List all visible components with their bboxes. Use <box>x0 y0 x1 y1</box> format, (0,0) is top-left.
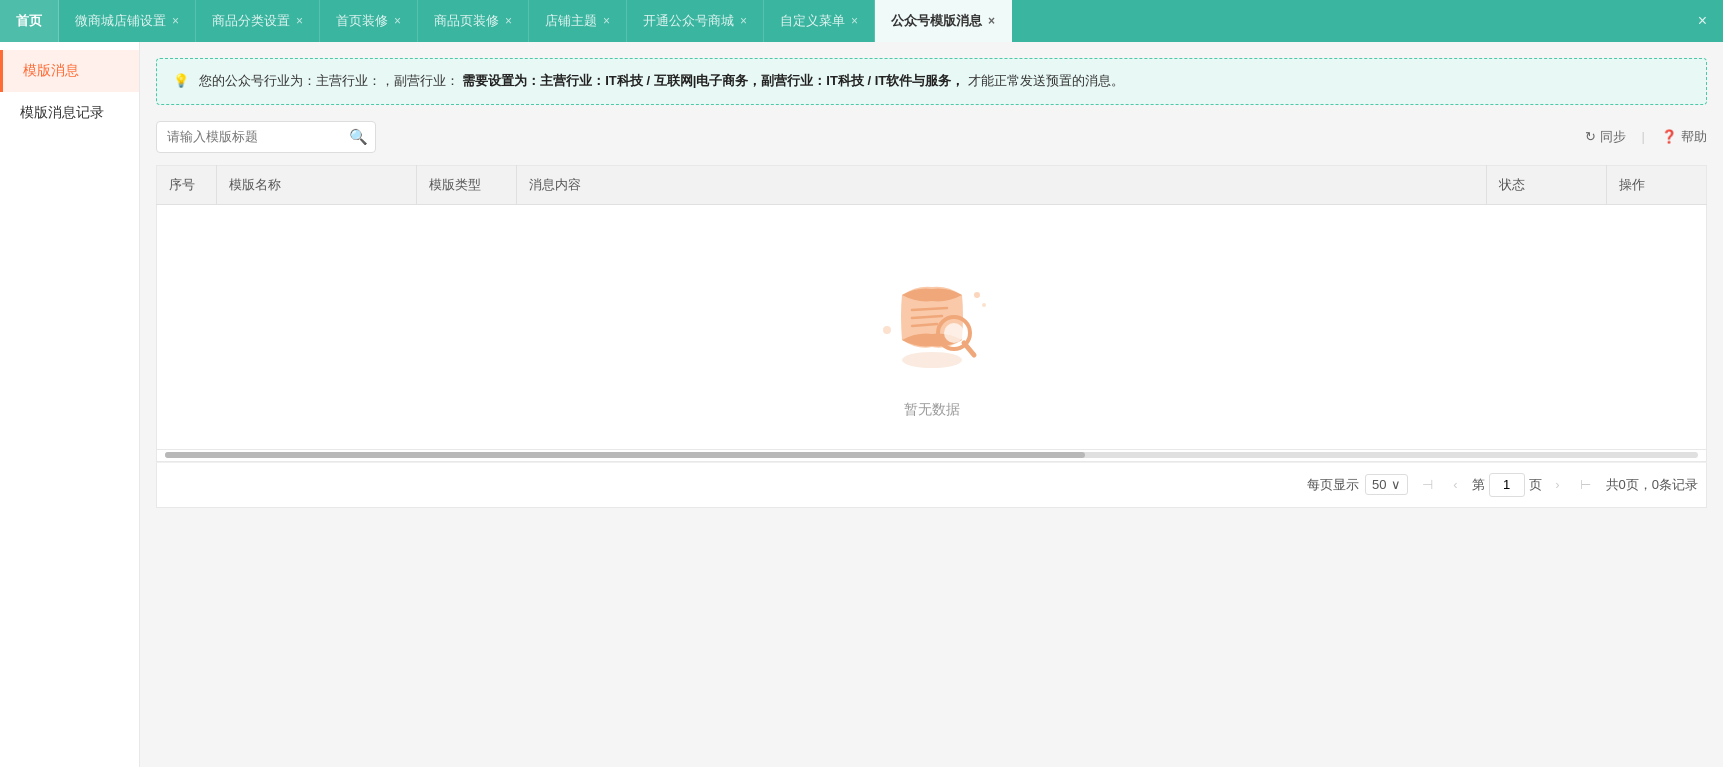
next-page-button[interactable]: › <box>1546 473 1570 497</box>
tab-home-label: 首页 <box>16 12 42 30</box>
table-header: 序号 模版名称 模版类型 消息内容 状态 操作 <box>157 165 1707 204</box>
col-action: 操作 <box>1607 165 1707 204</box>
help-label: 帮助 <box>1681 128 1707 146</box>
notice-box: 💡 您的公众号行业为：主营行业：，副营行业： 需要设置为：主营行业：IT科技 /… <box>156 58 1707 105</box>
tab-template-msg-label: 公众号模版消息 <box>891 12 982 30</box>
toolbar-right: ↻ 同步 | ❓ 帮助 <box>1585 128 1707 146</box>
sidebar-item-template-message[interactable]: 模版消息 <box>0 50 139 92</box>
toolbar-divider: | <box>1642 129 1645 144</box>
empty-state: 暂无数据 <box>156 205 1707 450</box>
page-label-suf: 页 <box>1529 476 1542 494</box>
main-layout: 模版消息 模版消息记录 💡 您的公众号行业为：主营行业：，副营行业： 需要设置为… <box>0 42 1723 767</box>
top-nav: 首页 微商城店铺设置 × 商品分类设置 × 首页装修 × 商品页装修 × 店铺主… <box>0 0 1723 42</box>
sync-icon: ↻ <box>1585 129 1596 144</box>
help-button[interactable]: ❓ 帮助 <box>1661 128 1707 146</box>
close-custom-menu-btn[interactable]: × <box>851 14 858 28</box>
close-home-decor-btn[interactable]: × <box>394 14 401 28</box>
tab-custom-menu-label: 自定义菜单 <box>780 12 845 30</box>
tab-home[interactable]: 首页 <box>0 0 59 42</box>
tab-shop-theme[interactable]: 店铺主题 × <box>529 0 627 42</box>
table-header-row: 序号 模版名称 模版类型 消息内容 状态 操作 <box>157 165 1707 204</box>
tab-wechat-shop-label: 微商城店铺设置 <box>75 12 166 30</box>
empty-illustration <box>872 265 992 385</box>
search-bar: 🔍 ↻ 同步 | ❓ 帮助 <box>156 121 1707 153</box>
sync-button[interactable]: ↻ 同步 <box>1585 128 1626 146</box>
per-page-dropdown[interactable]: 50 ∨ <box>1365 474 1407 495</box>
per-page-label: 每页显示 <box>1307 476 1359 494</box>
tab-template-msg[interactable]: 公众号模版消息 × <box>875 0 1012 42</box>
total-text: 共0页，0条记录 <box>1606 476 1698 494</box>
pagination-bar: 每页显示 50 ∨ ⊣ ‹ 第 页 › ⊢ 共0页，0条记录 <box>156 462 1707 508</box>
empty-text: 暂无数据 <box>904 401 960 419</box>
svg-point-7 <box>974 292 980 298</box>
close-wechat-shop-btn[interactable]: × <box>172 14 179 28</box>
notice-suffix: 才能正常发送预置的消息。 <box>968 73 1124 88</box>
last-page-button[interactable]: ⊢ <box>1574 473 1598 497</box>
sidebar-item-template-message-label: 模版消息 <box>23 62 79 78</box>
page-number-input[interactable] <box>1489 473 1525 497</box>
col-name: 模版名称 <box>217 165 417 204</box>
tab-shop-theme-label: 店铺主题 <box>545 12 597 30</box>
first-page-button[interactable]: ⊣ <box>1416 473 1440 497</box>
tab-open-mall[interactable]: 开通公众号商城 × <box>627 0 764 42</box>
close-product-category-btn[interactable]: × <box>296 14 303 28</box>
close-shop-theme-btn[interactable]: × <box>603 14 610 28</box>
data-table: 序号 模版名称 模版类型 消息内容 状态 操作 <box>156 165 1707 205</box>
per-page-value: 50 <box>1372 477 1386 492</box>
tab-wechat-shop[interactable]: 微商城店铺设置 × <box>59 0 196 42</box>
tab-product-page-label: 商品页装修 <box>434 12 499 30</box>
sidebar-item-template-message-record-label: 模版消息记录 <box>20 104 104 120</box>
chevron-down-icon: ∨ <box>1391 477 1401 492</box>
tab-product-category-label: 商品分类设置 <box>212 12 290 30</box>
sidebar: 模版消息 模版消息记录 <box>0 42 140 767</box>
tab-home-decor[interactable]: 首页装修 × <box>320 0 418 42</box>
scrollbar-track[interactable] <box>165 452 1698 458</box>
tab-custom-menu[interactable]: 自定义菜单 × <box>764 0 875 42</box>
svg-line-6 <box>964 343 974 355</box>
help-icon: ❓ <box>1661 129 1677 144</box>
close-all-button[interactable]: × <box>1682 12 1723 30</box>
col-seq: 序号 <box>157 165 217 204</box>
search-input-wrap: 🔍 <box>156 121 376 153</box>
notice-prefix: 您的公众号行业为：主营行业：，副营行业： <box>199 73 459 88</box>
col-content: 消息内容 <box>517 165 1487 204</box>
page-size-select: 每页显示 50 ∨ <box>1307 474 1407 495</box>
tab-open-mall-label: 开通公众号商城 <box>643 12 734 30</box>
svg-point-9 <box>883 326 891 334</box>
close-template-msg-btn[interactable]: × <box>988 14 995 28</box>
sync-label: 同步 <box>1600 128 1626 146</box>
search-input[interactable] <box>156 121 376 153</box>
scrollbar-thumb[interactable] <box>165 452 1085 458</box>
close-product-page-btn[interactable]: × <box>505 14 512 28</box>
notice-highlight: 需要设置为：主营行业：IT科技 / 互联网|电子商务，副营行业：IT科技 / I… <box>462 73 964 88</box>
sidebar-item-template-message-record[interactable]: 模版消息记录 <box>0 92 139 134</box>
col-type: 模版类型 <box>417 165 517 204</box>
svg-point-0 <box>902 352 962 368</box>
tab-product-page[interactable]: 商品页装修 × <box>418 0 529 42</box>
col-status: 状态 <box>1487 165 1607 204</box>
tab-product-category[interactable]: 商品分类设置 × <box>196 0 320 42</box>
close-open-mall-btn[interactable]: × <box>740 14 747 28</box>
tab-home-decor-label: 首页装修 <box>336 12 388 30</box>
page-nav: ⊣ ‹ 第 页 › ⊢ <box>1416 473 1598 497</box>
svg-point-5 <box>944 323 964 343</box>
page-label-pre: 第 <box>1472 476 1485 494</box>
prev-page-button[interactable]: ‹ <box>1444 473 1468 497</box>
svg-point-8 <box>982 303 986 307</box>
notice-icon: 💡 <box>173 73 189 88</box>
content-area: 💡 您的公众号行业为：主营行业：，副营行业： 需要设置为：主营行业：IT科技 /… <box>140 42 1723 767</box>
search-icon[interactable]: 🔍 <box>349 128 368 146</box>
scrollbar-area[interactable] <box>156 450 1707 462</box>
